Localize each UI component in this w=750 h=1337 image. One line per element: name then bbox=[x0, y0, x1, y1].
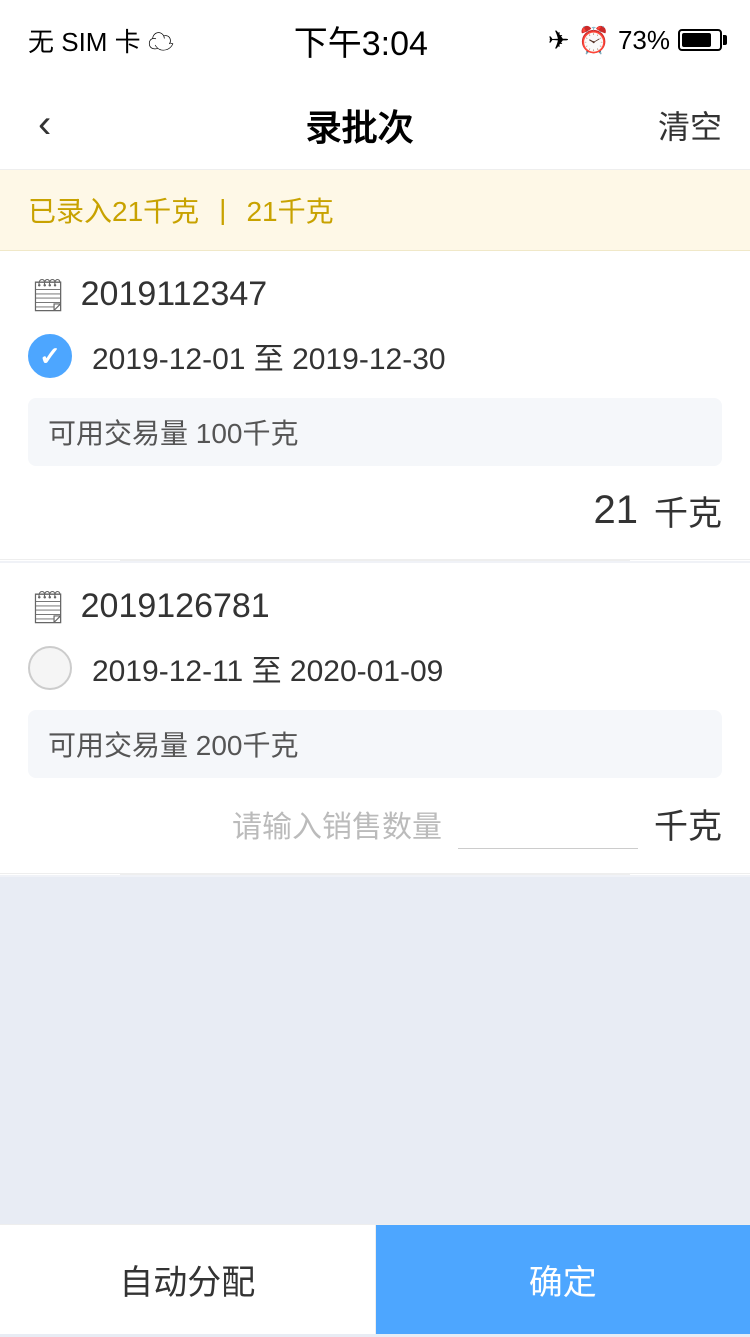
radio-1[interactable] bbox=[28, 334, 72, 378]
batch-date-1: 2019-12-01 至 2019-12-30 bbox=[92, 334, 446, 378]
nav-bar: ‹ 录批次 清空 bbox=[0, 80, 750, 170]
status-right: ✈ ⏰ 73% bbox=[548, 25, 722, 56]
batch-header-2: 🗒 2019126781 bbox=[0, 563, 750, 636]
recorded-label: 已录入21千克 bbox=[28, 190, 199, 230]
summary-divider: | bbox=[219, 194, 226, 226]
batch-header-1: 🗒 2019112347 bbox=[0, 251, 750, 324]
batch-date-row-1: 2019-12-01 至 2019-12-30 bbox=[0, 324, 750, 388]
page-title: 录批次 bbox=[306, 99, 414, 151]
battery-icon bbox=[678, 29, 722, 51]
summary-banner: 已录入21千克 | 21千克 bbox=[0, 170, 750, 251]
batch-date-2: 2019-12-11 至 2020-01-09 bbox=[92, 646, 443, 690]
separator-2 bbox=[120, 874, 630, 875]
batch-card-2: 🗒 2019126781 2019-12-11 至 2020-01-09 可用交… bbox=[0, 563, 750, 875]
doc-icon-1: 🗒 bbox=[28, 276, 69, 314]
batch-unit-1: 千克 bbox=[654, 486, 722, 535]
batch-number-2: 2019126781 bbox=[81, 587, 270, 626]
status-bar: 无 SIM 卡 ☁ 下午3:04 ✈ ⏰ 73% bbox=[0, 0, 750, 80]
quantity-input-2[interactable] bbox=[458, 798, 638, 849]
batch-input-row-2: 请输入销售数量 千克 bbox=[0, 778, 750, 874]
doc-icon-2: 🗒 bbox=[28, 588, 69, 626]
separator-1 bbox=[120, 560, 630, 561]
input-placeholder-2: 请输入销售数量 bbox=[28, 802, 442, 846]
batch-input-row-1: 21 千克 bbox=[0, 466, 750, 560]
status-left: 无 SIM 卡 ☁ bbox=[28, 22, 174, 59]
batch-unit-2: 千克 bbox=[654, 799, 722, 848]
alarm-icon: ⏰ bbox=[578, 25, 610, 56]
location-icon: ✈ bbox=[548, 25, 570, 56]
batch-available-1: 可用交易量 100千克 bbox=[28, 398, 722, 466]
radio-2[interactable] bbox=[28, 646, 72, 690]
back-button[interactable]: ‹ bbox=[28, 92, 61, 157]
clear-button[interactable]: 清空 bbox=[658, 102, 722, 148]
batch-value-1: 21 bbox=[594, 488, 639, 533]
batch-date-row-2: 2019-12-11 至 2020-01-09 bbox=[0, 636, 750, 700]
status-time: 下午3:04 bbox=[294, 16, 428, 65]
auto-distribute-button[interactable]: 自动分配 bbox=[0, 1225, 376, 1334]
confirm-button[interactable]: 确定 bbox=[376, 1225, 750, 1334]
bottom-bar: 自动分配 确定 bbox=[0, 1224, 750, 1334]
battery-percent: 73% bbox=[618, 25, 670, 56]
batch-card-1: 🗒 2019112347 2019-12-01 至 2019-12-30 可用交… bbox=[0, 251, 750, 561]
sim-text: 无 SIM 卡 ☁ bbox=[28, 22, 174, 59]
summary-amount: 21千克 bbox=[246, 190, 333, 230]
batch-number-1: 2019112347 bbox=[81, 275, 268, 314]
batch-available-2: 可用交易量 200千克 bbox=[28, 710, 722, 778]
